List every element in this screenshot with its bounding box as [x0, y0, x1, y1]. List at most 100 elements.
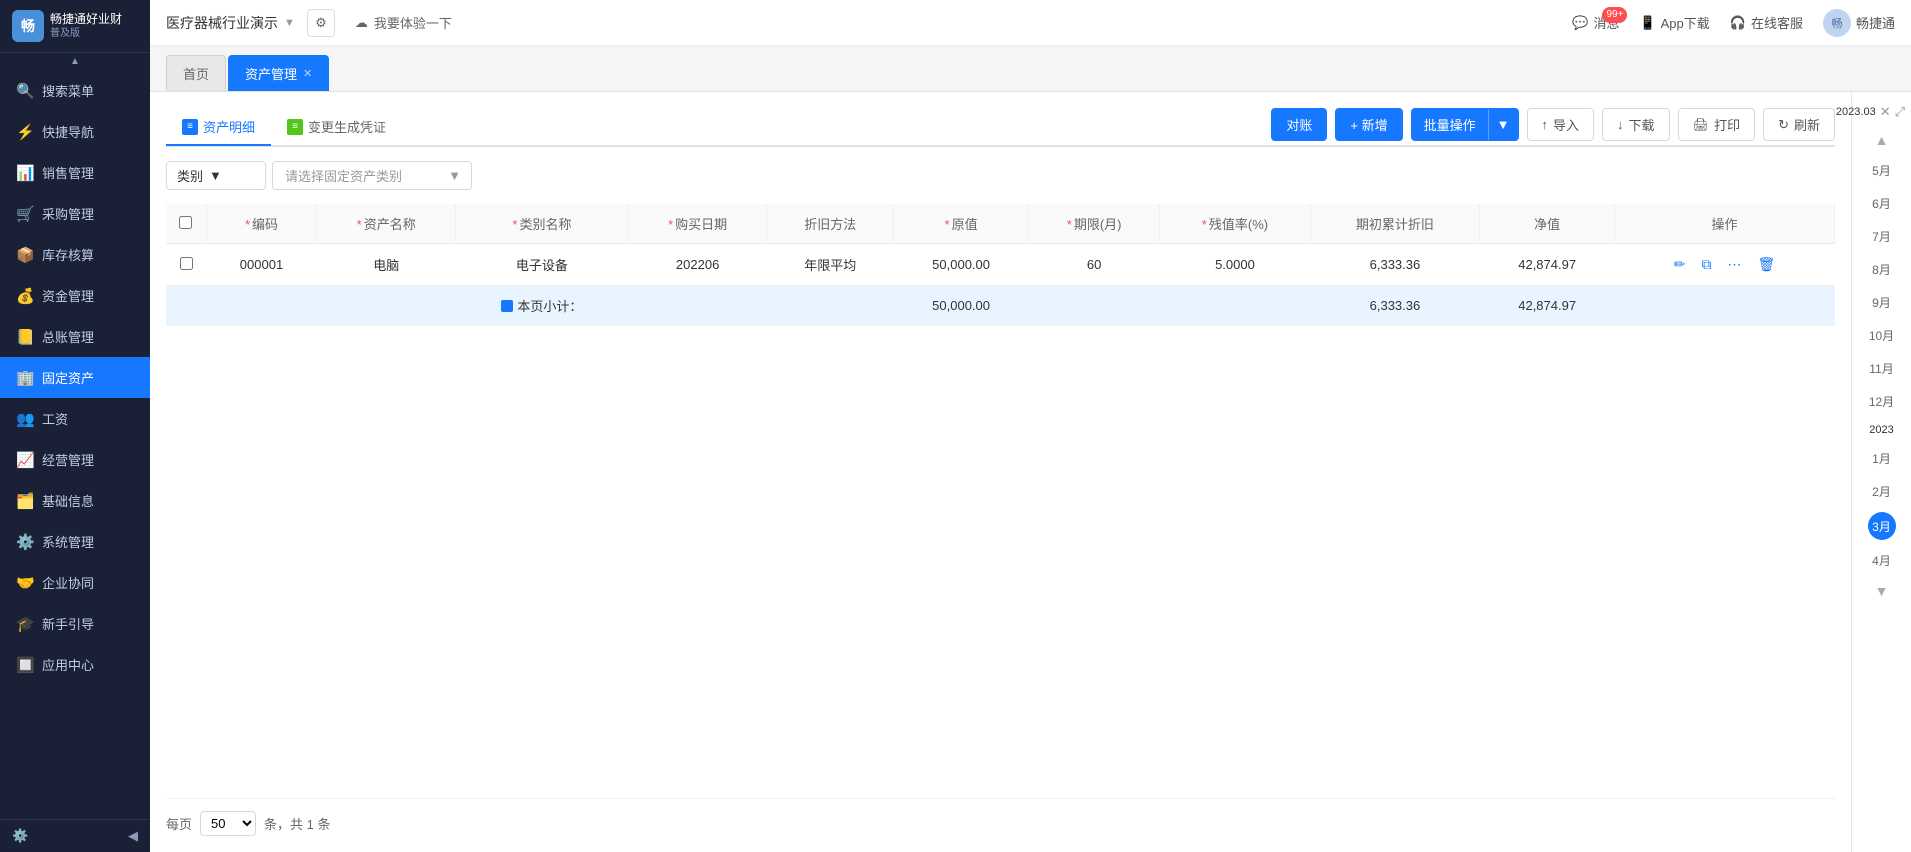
message-icon: 💬: [1572, 15, 1588, 31]
copy-button[interactable]: ⧉: [1698, 254, 1716, 275]
per-page-label: 每页: [166, 814, 192, 833]
month-2[interactable]: 2月: [1852, 477, 1911, 506]
online-service-button[interactable]: 🎧 在线客服: [1730, 13, 1803, 32]
right-panel-header[interactable]: 2023.03 ✕ ⤢: [1852, 100, 1911, 124]
voucher-tab-icon: ≡: [287, 119, 303, 135]
sidebar-item-apps[interactable]: 🔲 应用中心: [0, 644, 150, 685]
company-dropdown-arrow: ▼: [284, 17, 295, 29]
panel-scroll-down[interactable]: ▼: [1871, 579, 1893, 603]
cell-purchase-date: 202206: [628, 244, 766, 286]
apps-icon: 🔲: [16, 656, 34, 674]
settings-icon[interactable]: ⚙️: [12, 828, 28, 844]
import-button[interactable]: ↑ 导入: [1527, 108, 1595, 141]
tab-home[interactable]: 首页: [166, 55, 226, 91]
message-badge: 99+: [1602, 7, 1627, 23]
gear-button[interactable]: ⚙: [307, 9, 335, 37]
sidebar-item-inventory[interactable]: 📦 库存核算: [0, 234, 150, 275]
subtotal-row: 本页小计： 50,000.00 6,333.36 42,874.97: [166, 286, 1835, 326]
month-8[interactable]: 8月: [1852, 255, 1911, 284]
system-icon: ⚙️: [16, 533, 34, 551]
more-button[interactable]: ⋯: [1724, 254, 1746, 275]
user-profile[interactable]: 畅 畅捷通: [1823, 9, 1895, 37]
sidebar-item-purchase[interactable]: 🛒 采购管理: [0, 193, 150, 234]
filter-toolbar: 类别 ▼ 请选择固定资产类别 ▼: [166, 161, 1835, 190]
right-panel-expand-icon[interactable]: ⤢: [1895, 104, 1905, 120]
cell-actions: ✏ ⧉ ⋯ 🗑: [1615, 244, 1835, 286]
col-code: *编码: [206, 204, 317, 244]
sidebar-item-assets[interactable]: 🏢 固定资产: [0, 357, 150, 398]
sidebar-item-payroll[interactable]: 👥 工资: [0, 398, 150, 439]
filter-left: 类别 ▼ 请选择固定资产类别 ▼: [166, 161, 472, 190]
row-checkbox[interactable]: [180, 257, 193, 270]
batch-dropdown-arrow[interactable]: ▼: [1489, 111, 1518, 138]
category-select[interactable]: 类别 ▼: [166, 161, 266, 190]
experience-button[interactable]: ☁ 我要体验一下: [355, 13, 452, 32]
batch-operation-button[interactable]: 批量操作 ▼: [1411, 108, 1519, 141]
right-panel: 2023.03 ✕ ⤢ ▲ 5月 6月 7月 8月 9月 10月 11月 12月…: [1851, 92, 1911, 852]
sidebar-item-system[interactable]: ⚙️ 系统管理: [0, 521, 150, 562]
sidebar-item-ledger[interactable]: 📒 总账管理: [0, 316, 150, 357]
col-name: *资产名称: [317, 204, 455, 244]
inventory-icon: 📦: [16, 246, 34, 264]
reconcile-button[interactable]: 对账: [1271, 108, 1327, 141]
cell-period: 60: [1028, 244, 1159, 286]
guide-icon: 🎓: [16, 615, 34, 633]
year-2023-label: 2023: [1869, 420, 1893, 440]
month-11[interactable]: 11月: [1852, 354, 1911, 383]
app-download-button[interactable]: 📱 App下载: [1639, 13, 1709, 32]
tab-asset-management[interactable]: 资产管理 ✕: [228, 55, 329, 91]
topbar-right: 💬 消息 99+ 📱 App下载 🎧 在线客服 畅 畅捷通: [1572, 9, 1895, 37]
sidebar-item-finance[interactable]: 💰 资金管理: [0, 275, 150, 316]
subtotal-net-value: 42,874.97: [1480, 286, 1615, 326]
download-button[interactable]: ↓ 下载: [1602, 108, 1670, 141]
asset-table: *编码 *资产名称 *类别名称 *购买日期 折旧方法 *原值 *期限(月) *残…: [166, 204, 1835, 326]
month-10[interactable]: 10月: [1852, 321, 1911, 350]
purchase-icon: 🛒: [16, 205, 34, 223]
sidebar-item-basics[interactable]: 🗂️ 基础信息: [0, 480, 150, 521]
month-7[interactable]: 7月: [1852, 222, 1911, 251]
sidebar-scroll-up[interactable]: ▲: [0, 53, 150, 70]
category-dropdown[interactable]: 请选择固定资产类别 ▼: [272, 161, 472, 190]
sidebar-item-guide[interactable]: 🎓 新手引导: [0, 603, 150, 644]
right-panel-close-icon[interactable]: ✕: [1880, 104, 1891, 120]
filter-chevron-icon: ▼: [209, 168, 222, 183]
message-button[interactable]: 💬 消息 99+: [1572, 13, 1619, 32]
collapse-icon[interactable]: ◀: [128, 828, 138, 844]
subtotal-initial-accumulated: 6,333.36: [1310, 286, 1480, 326]
avatar: 畅: [1823, 9, 1851, 37]
inner-tab-voucher[interactable]: ≡ 变更生成凭证: [271, 109, 402, 146]
col-net-value: 净值: [1480, 204, 1615, 244]
search-icon: 🔍: [16, 82, 34, 100]
sidebar-item-quicknav[interactable]: ⚡ 快捷导航: [0, 111, 150, 152]
edit-button[interactable]: ✏: [1670, 254, 1690, 275]
sidebar-item-collab[interactable]: 🤝 企业协同: [0, 562, 150, 603]
sidebar-item-ops[interactable]: 📈 经营管理: [0, 439, 150, 480]
month-12[interactable]: 12月: [1852, 387, 1911, 416]
cell-code: 000001: [206, 244, 317, 286]
month-3-current[interactable]: 3月: [1868, 512, 1896, 540]
panel-scroll-up[interactable]: ▲: [1871, 128, 1893, 152]
month-9[interactable]: 9月: [1852, 288, 1911, 317]
month-4[interactable]: 4月: [1852, 546, 1911, 575]
print-button[interactable]: 🖨 打印: [1678, 108, 1756, 141]
page-size-select[interactable]: 50 10 20 100: [200, 811, 256, 836]
inner-tab-asset-detail[interactable]: ≡ 资产明细: [166, 109, 271, 146]
select-all-checkbox[interactable]: [179, 216, 192, 229]
refresh-button[interactable]: ↻ 刷新: [1763, 108, 1835, 141]
main-area: 医疗器械行业演示 ▼ ⚙ ☁ 我要体验一下 💬 消息 99+ 📱 App下载 🎧…: [150, 0, 1911, 852]
month-6[interactable]: 6月: [1852, 189, 1911, 218]
sidebar-bottom: ⚙️ ◀: [0, 819, 150, 852]
download-icon: 📱: [1639, 15, 1655, 31]
month-5[interactable]: 5月: [1852, 156, 1911, 185]
add-button[interactable]: + 新增: [1335, 108, 1402, 141]
sidebar-item-search[interactable]: 🔍 搜索菜单: [0, 70, 150, 111]
collab-icon: 🤝: [16, 574, 34, 592]
company-selector[interactable]: 医疗器械行业演示 ▼: [166, 13, 295, 33]
delete-button[interactable]: 🗑: [1754, 254, 1780, 275]
company-name: 医疗器械行业演示: [166, 13, 278, 33]
tab-close-icon[interactable]: ✕: [303, 67, 312, 80]
col-initial-accumulated: 期初累计折旧: [1310, 204, 1480, 244]
sidebar-item-sales[interactable]: 📊 销售管理: [0, 152, 150, 193]
month-1[interactable]: 1月: [1852, 444, 1911, 473]
quicknav-icon: ⚡: [16, 123, 34, 141]
